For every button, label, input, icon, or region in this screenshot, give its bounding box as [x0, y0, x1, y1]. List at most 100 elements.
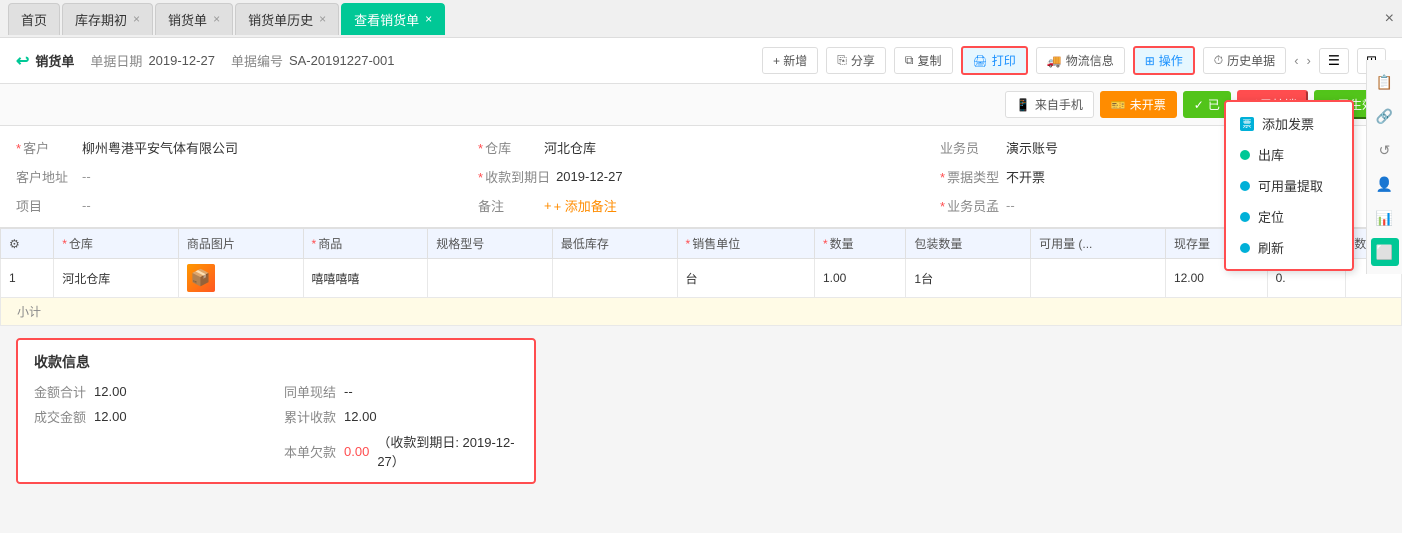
total-value: 12.00	[94, 384, 127, 399]
tab-sales-history-close[interactable]: ×	[319, 12, 326, 26]
ticket-label: 票据类型	[940, 167, 1000, 186]
doc-number-group: 单据编号 SA-20191227-001	[231, 51, 395, 70]
cell-qty: 1.00	[814, 259, 905, 298]
refresh-label: 刷新	[1258, 238, 1284, 257]
refresh-icon	[1240, 243, 1250, 253]
sidebar-expand-icon[interactable]: ⬜	[1371, 238, 1399, 266]
history-button[interactable]: ⏱ 历史单据	[1203, 47, 1286, 74]
th-qty: 数量	[814, 229, 905, 259]
tab-sales[interactable]: 销货单 ×	[155, 3, 233, 35]
window-close-button[interactable]: ×	[1385, 10, 1394, 28]
due-date-value: 2019-12-27	[556, 169, 623, 184]
copy-button[interactable]: ⧉ 复制	[894, 47, 953, 74]
ticket-icon: 🎫	[1111, 98, 1126, 112]
address-label: 客户地址	[16, 167, 76, 186]
tab-sales-close[interactable]: ×	[213, 12, 220, 26]
sales-table: ⚙ 仓库 商品图片 商品 规格型号 最低库存 销售单位 数量 包装数量 可用量 …	[0, 228, 1402, 326]
th-warehouse: 仓库	[54, 229, 179, 259]
share-button[interactable]: ⎘ 分享	[826, 47, 886, 74]
trade-row: 成交金额 12.00	[34, 407, 268, 426]
note-row: 备注 + + 添加备注	[478, 196, 924, 215]
dropdown-add-invoice[interactable]: 票 添加发票	[1226, 108, 1352, 139]
nav-next-icon[interactable]: ›	[1307, 53, 1311, 68]
available-qty-icon	[1240, 181, 1250, 191]
current-debt-label: 本单欠款	[284, 442, 336, 461]
cell-product: 嘻嘻嘻嘻	[303, 259, 428, 298]
customer-row: 客户 柳州粤港平安气体有限公司	[16, 138, 462, 157]
cell-seq: 1	[1, 259, 54, 298]
doc-number-label: 单据编号	[231, 51, 283, 70]
address-row: 客户地址 --	[16, 167, 462, 186]
plus-icon: +	[544, 198, 552, 213]
locate-icon	[1240, 212, 1250, 222]
tab-sales-history[interactable]: 销货单历史 ×	[235, 3, 339, 35]
add-invoice-icon: 票	[1240, 117, 1254, 131]
doc-number-value: SA-20191227-001	[289, 53, 395, 68]
right-sidebar: 📋 🔗 ↺ 👤 📊 ⬜	[1366, 60, 1402, 274]
project-row: 项目 --	[16, 196, 462, 215]
tab-inventory-close[interactable]: ×	[133, 12, 140, 26]
dropdown-out-warehouse[interactable]: 出库	[1226, 139, 1352, 170]
from-phone-button[interactable]: 📱 来自手机	[1005, 91, 1094, 118]
total-row: 金额合计 12.00	[34, 382, 268, 401]
doc-icon: ↩	[16, 51, 29, 71]
doc-header: ↩ 销货单 单据日期 2019-12-27 单据编号 SA-20191227-0…	[0, 38, 1402, 84]
dropdown-available-qty[interactable]: 可用量提取	[1226, 170, 1352, 201]
cell-available	[1031, 259, 1166, 298]
view-toggle-list[interactable]: ☰	[1319, 48, 1349, 74]
tab-home[interactable]: 首页	[8, 3, 60, 35]
project-label: 项目	[16, 196, 76, 215]
sales-staff-value: --	[1006, 198, 1015, 213]
dropdown-locate[interactable]: 定位	[1226, 201, 1352, 232]
same-order-label: 同单现结	[284, 382, 336, 401]
sidebar-clipboard-icon[interactable]: 📋	[1371, 68, 1399, 96]
new-button[interactable]: + 新增	[762, 47, 818, 74]
operate-button[interactable]: ⊞ 操作	[1133, 46, 1195, 75]
ticket-value: 不开票	[1006, 167, 1045, 186]
tab-view-sales-close[interactable]: ×	[425, 12, 432, 26]
due-note: （收款到期日: 2019-12-27）	[377, 432, 518, 470]
due-date-label: 收款到期日	[478, 167, 550, 186]
add-note-link[interactable]: + + 添加备注	[544, 196, 617, 215]
cumulative-label: 累计收款	[284, 407, 336, 426]
cumulative-row: 累计收款 12.00	[284, 407, 518, 426]
operate-icon: ⊞	[1145, 54, 1155, 68]
subtotal-label: 小计	[1, 298, 1402, 326]
toolbar: 📱 来自手机 🎫 未开票 ✓ 已 ✓ 已核销 ✓ 已生效	[0, 84, 1402, 126]
th-product: 商品	[303, 229, 428, 259]
tab-view-sales[interactable]: 查看销货单 ×	[341, 3, 445, 35]
due-date-row: 收款到期日 2019-12-27	[478, 167, 924, 186]
tab-sales-history-label: 销货单历史	[248, 10, 313, 29]
not-open-ticket-button[interactable]: 🎫 未开票	[1100, 91, 1177, 118]
dropdown-refresh[interactable]: 刷新	[1226, 232, 1352, 263]
cell-min-stock	[552, 259, 677, 298]
available-qty-label: 可用量提取	[1258, 176, 1323, 195]
nav-prev-icon[interactable]: ‹	[1294, 53, 1298, 68]
sidebar-link-icon[interactable]: 🔗	[1371, 102, 1399, 130]
cumulative-value: 12.00	[344, 409, 377, 424]
staff-value: 演示账号	[1006, 138, 1058, 157]
phone-icon: 📱	[1016, 98, 1031, 112]
doc-date-group: 单据日期 2019-12-27	[90, 51, 215, 70]
check-icon: ✓	[1194, 98, 1204, 112]
cell-sales-unit: 台	[677, 259, 814, 298]
th-min-stock: 最低库存	[552, 229, 677, 259]
sidebar-refresh-icon[interactable]: ↺	[1371, 136, 1399, 164]
th-sales-unit: 销售单位	[677, 229, 814, 259]
sidebar-user-icon[interactable]: 👤	[1371, 170, 1399, 198]
sidebar-chart-icon[interactable]: 📊	[1371, 204, 1399, 232]
cell-warehouse: 河北仓库	[54, 259, 179, 298]
copy-icon: ⧉	[905, 53, 914, 68]
doc-actions: + 新增 ⎘ 分享 ⧉ 复制 🖨 打印 🚚 物流信息 ⊞ 操作 ⏱ 历史单据 ‹…	[762, 46, 1386, 75]
tab-inventory[interactable]: 库存期初 ×	[62, 3, 153, 35]
project-value: --	[82, 198, 91, 213]
customer-value: 柳州粤港平安气体有限公司	[82, 138, 238, 157]
print-button[interactable]: 🖨 打印	[961, 46, 1028, 75]
tab-bar: 首页 库存期初 × 销货单 × 销货单历史 × 查看销货单 × ×	[0, 0, 1402, 38]
table-wrapper: ⚙ 仓库 商品图片 商品 规格型号 最低库存 销售单位 数量 包装数量 可用量 …	[0, 228, 1402, 326]
form-area: 客户 柳州粤港平安气体有限公司 仓库 河北仓库 业务员 演示账号 客户地址 --…	[0, 126, 1402, 228]
logistics-button[interactable]: 🚚 物流信息	[1036, 47, 1125, 74]
out-warehouse-icon	[1240, 150, 1250, 160]
th-pack-qty: 包装数量	[906, 229, 1031, 259]
cell-pack-qty: 1台	[906, 259, 1031, 298]
